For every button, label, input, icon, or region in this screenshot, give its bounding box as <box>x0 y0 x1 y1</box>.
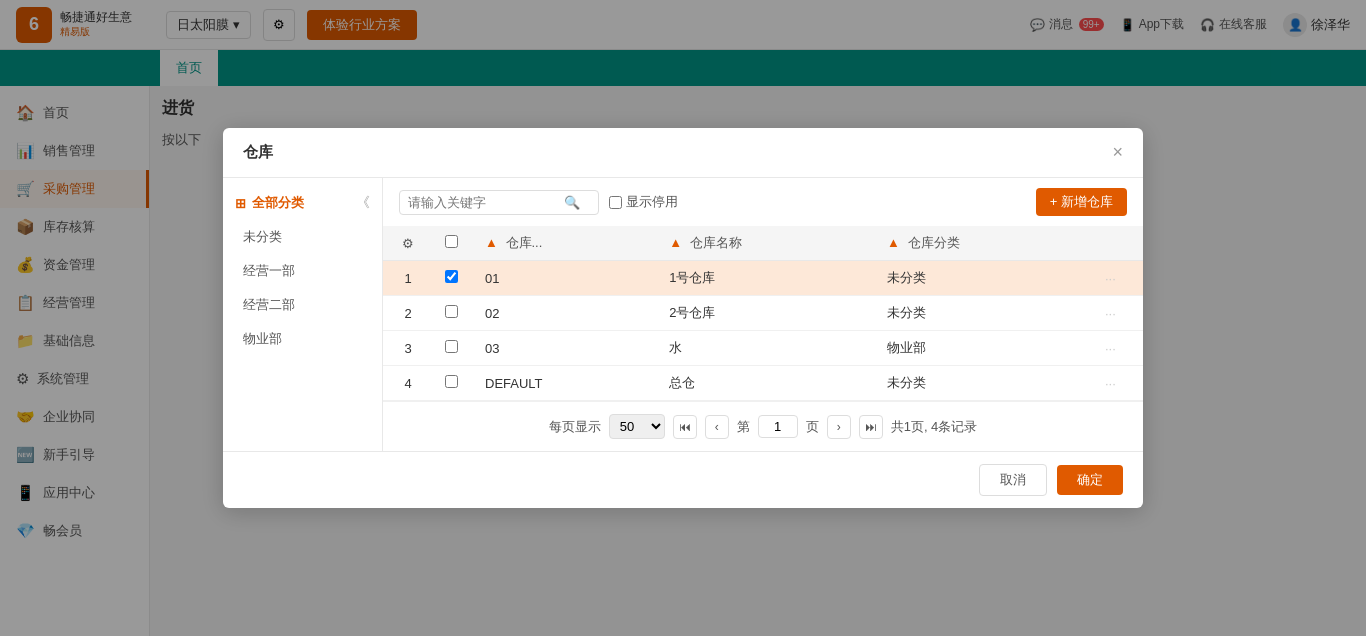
table-row[interactable]: 1 01 1号仓库 未分类 ··· <box>383 261 1143 296</box>
search-box: 🔍 <box>399 190 599 215</box>
row-index: 1 <box>383 261 433 296</box>
sort-name-icon: ▲ <box>669 235 682 250</box>
category-panel: ⊞ 全部分类 《 未分类 经营一部 经营二部 物业部 <box>223 178 383 451</box>
th-code: ▲ 仓库... <box>473 226 657 261</box>
row-more[interactable]: ··· <box>1093 366 1143 401</box>
table-panel: 🔍 显示停用 + 新增仓库 ⚙ <box>383 178 1143 451</box>
sort-cat-icon: ▲ <box>887 235 900 250</box>
row-code: 01 <box>473 261 657 296</box>
search-icon: 🔍 <box>564 195 580 210</box>
row-category: 物业部 <box>875 331 1093 366</box>
row-more[interactable]: ··· <box>1093 296 1143 331</box>
more-icon[interactable]: ··· <box>1105 271 1116 286</box>
th-actions <box>1093 226 1143 261</box>
warehouse-modal: 仓库 × ⊞ 全部分类 《 未分类 经营一部 经营二部 物业部 🔍 <box>223 128 1143 508</box>
row-category: 未分类 <box>875 296 1093 331</box>
page-num-label: 第 <box>737 418 750 436</box>
page-label: 页 <box>806 418 819 436</box>
first-page-button[interactable]: ⏮ <box>673 415 697 439</box>
table-toolbar: 🔍 显示停用 + 新增仓库 <box>383 178 1143 226</box>
show-disabled-checkbox-label[interactable]: 显示停用 <box>609 193 678 211</box>
row-checkbox[interactable] <box>433 366 473 401</box>
more-icon[interactable]: ··· <box>1105 341 1116 356</box>
per-page-select[interactable]: 50 20 100 <box>609 414 665 439</box>
page-number-input[interactable] <box>758 415 798 438</box>
modal-body: ⊞ 全部分类 《 未分类 经营一部 经营二部 物业部 🔍 显示停用 <box>223 178 1143 451</box>
row-code: 02 <box>473 296 657 331</box>
total-info: 共1页, 4条记录 <box>891 418 978 436</box>
collapse-icon[interactable]: 《 <box>356 194 370 212</box>
search-input[interactable] <box>408 195 558 210</box>
settings-icon: ⚙ <box>402 236 414 251</box>
show-disabled-checkbox[interactable] <box>609 196 622 209</box>
modal-close-button[interactable]: × <box>1112 142 1123 163</box>
category-item-ops2[interactable]: 经营二部 <box>223 288 382 322</box>
table-row[interactable]: 4 DEFAULT 总仓 未分类 ··· <box>383 366 1143 401</box>
modal-header: 仓库 × <box>223 128 1143 178</box>
all-categories-button[interactable]: ⊞ 全部分类 <box>235 194 304 212</box>
th-category: ▲ 仓库分类 <box>875 226 1093 261</box>
row-name: 1号仓库 <box>657 261 875 296</box>
add-warehouse-button[interactable]: + 新增仓库 <box>1036 188 1127 216</box>
category-item-ops1[interactable]: 经营一部 <box>223 254 382 288</box>
last-page-button[interactable]: ⏭ <box>859 415 883 439</box>
per-page-label: 每页显示 <box>549 418 601 436</box>
sort-icon: ▲ <box>485 235 498 250</box>
row-category: 未分类 <box>875 261 1093 296</box>
table-scroll: ⚙ ▲ 仓库... ▲ 仓库名称 <box>383 226 1143 401</box>
row-checkbox[interactable] <box>433 261 473 296</box>
category-header: ⊞ 全部分类 《 <box>223 186 382 220</box>
row-index: 3 <box>383 331 433 366</box>
next-page-button[interactable]: › <box>827 415 851 439</box>
row-more[interactable]: ··· <box>1093 261 1143 296</box>
grid-icon: ⊞ <box>235 196 246 211</box>
confirm-button[interactable]: 确定 <box>1057 465 1123 495</box>
row-checkbox[interactable] <box>433 296 473 331</box>
row-index: 4 <box>383 366 433 401</box>
row-category: 未分类 <box>875 366 1093 401</box>
row-index: 2 <box>383 296 433 331</box>
pagination: 每页显示 50 20 100 ⏮ ‹ 第 页 › ⏭ 共1页, 4条记录 <box>383 401 1143 451</box>
row-name: 水 <box>657 331 875 366</box>
th-name: ▲ 仓库名称 <box>657 226 875 261</box>
more-icon[interactable]: ··· <box>1105 306 1116 321</box>
category-item-property[interactable]: 物业部 <box>223 322 382 356</box>
table-row[interactable]: 3 03 水 物业部 ··· <box>383 331 1143 366</box>
modal-footer: 取消 确定 <box>223 451 1143 508</box>
select-all-checkbox[interactable] <box>445 235 458 248</box>
table-header-row: ⚙ ▲ 仓库... ▲ 仓库名称 <box>383 226 1143 261</box>
prev-page-button[interactable]: ‹ <box>705 415 729 439</box>
more-icon[interactable]: ··· <box>1105 376 1116 391</box>
category-item-unclassified[interactable]: 未分类 <box>223 220 382 254</box>
row-code: DEFAULT <box>473 366 657 401</box>
table-row[interactable]: 2 02 2号仓库 未分类 ··· <box>383 296 1143 331</box>
row-name: 2号仓库 <box>657 296 875 331</box>
cancel-button[interactable]: 取消 <box>979 464 1047 496</box>
row-more[interactable]: ··· <box>1093 331 1143 366</box>
row-name: 总仓 <box>657 366 875 401</box>
row-code: 03 <box>473 331 657 366</box>
row-checkbox[interactable] <box>433 331 473 366</box>
th-checkbox <box>433 226 473 261</box>
modal-title: 仓库 <box>243 143 273 162</box>
th-settings: ⚙ <box>383 226 433 261</box>
warehouse-table: ⚙ ▲ 仓库... ▲ 仓库名称 <box>383 226 1143 401</box>
